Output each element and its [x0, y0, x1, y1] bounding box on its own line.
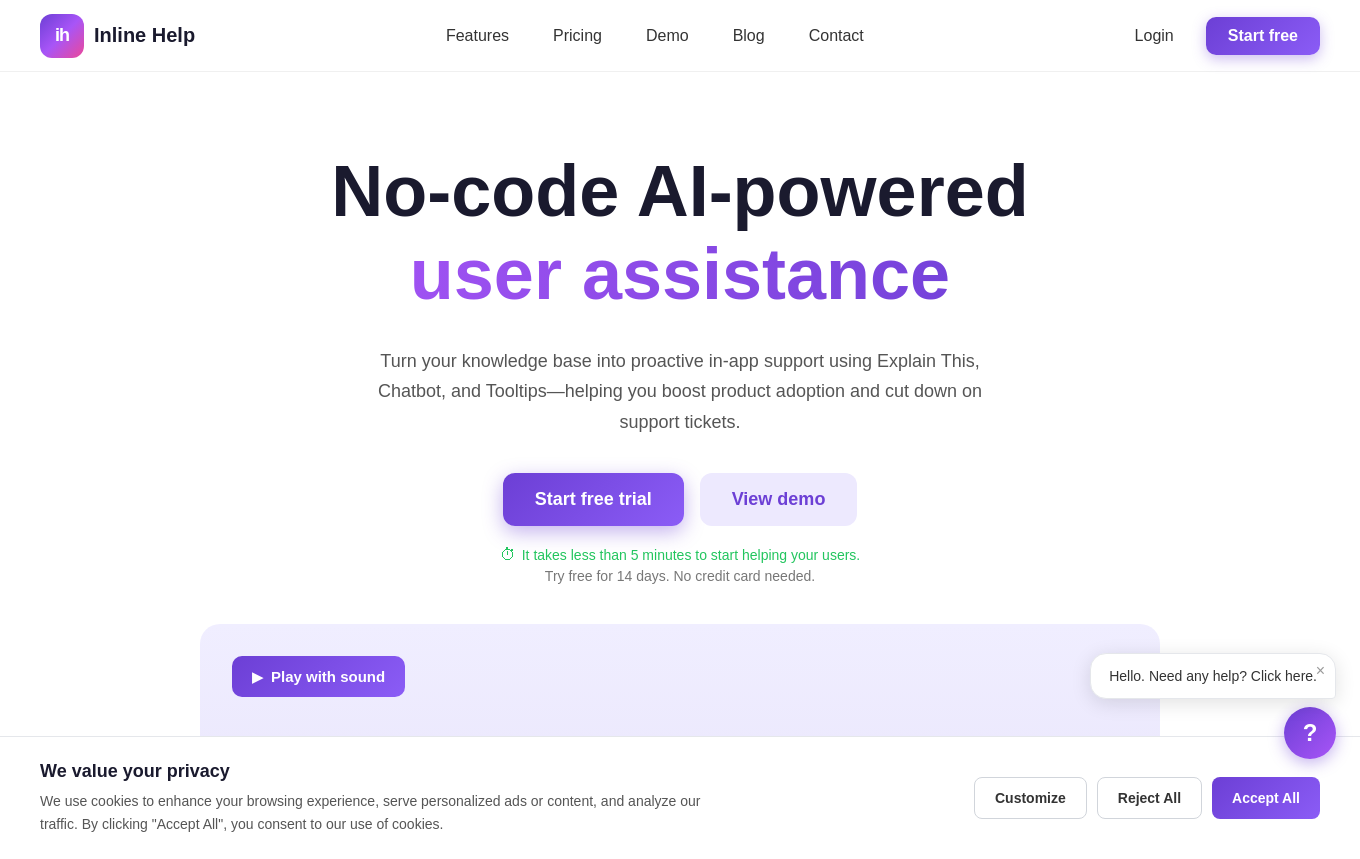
play-icon: ▶ — [252, 669, 263, 685]
cookie-content: We value your privacy We use cookies to … — [40, 761, 720, 835]
logo-text: Inline Help — [94, 24, 195, 47]
nav-pricing[interactable]: Pricing — [535, 19, 620, 53]
nav-contact[interactable]: Contact — [791, 19, 882, 53]
badge-main-text: It takes less than 5 minutes to start he… — [522, 547, 861, 563]
start-free-trial-button[interactable]: Start free trial — [503, 473, 684, 526]
chat-bubble[interactable]: Hello. Need any help? Click here. × — [1090, 653, 1336, 699]
accept-all-button[interactable]: Accept All — [1212, 777, 1320, 819]
hero-title-line2: user assistance — [290, 231, 1070, 317]
logo[interactable]: ih Inline Help — [40, 14, 195, 58]
nav-demo[interactable]: Demo — [628, 19, 707, 53]
hero-section: No-code AI-powered user assistance Turn … — [250, 72, 1110, 624]
customize-button[interactable]: Customize — [974, 777, 1087, 819]
view-demo-button[interactable]: View demo — [700, 473, 858, 526]
hero-badge: ⏱ It takes less than 5 minutes to start … — [290, 546, 1070, 564]
chat-bubble-text: Hello. Need any help? Click here. — [1109, 668, 1317, 684]
chat-close-button[interactable]: × — [1316, 662, 1325, 680]
hero-title-line1: No-code AI-powered — [290, 152, 1070, 231]
navbar: ih Inline Help Features Pricing Demo Blo… — [0, 0, 1360, 72]
hero-subtitle: Turn your knowledge base into proactive … — [350, 346, 1010, 438]
nav-links: Features Pricing Demo Blog Contact — [428, 19, 882, 53]
start-free-button[interactable]: Start free — [1206, 17, 1320, 55]
cookie-title: We value your privacy — [40, 761, 720, 782]
navbar-actions: Login Start free — [1115, 17, 1320, 55]
nav-blog[interactable]: Blog — [715, 19, 783, 53]
play-with-sound-button[interactable]: ▶ Play with sound — [232, 656, 405, 697]
chat-widget: Hello. Need any help? Click here. × ? — [1090, 653, 1336, 759]
nav-features[interactable]: Features — [428, 19, 527, 53]
cookie-buttons: Customize Reject All Accept All — [974, 777, 1320, 819]
cookie-text: We use cookies to enhance your browsing … — [40, 790, 720, 835]
chat-question-icon: ? — [1303, 719, 1318, 747]
clock-icon: ⏱ — [500, 546, 516, 564]
login-button[interactable]: Login — [1115, 17, 1194, 55]
logo-icon: ih — [40, 14, 84, 58]
chat-icon-button[interactable]: ? — [1284, 707, 1336, 759]
hero-buttons: Start free trial View demo — [290, 473, 1070, 526]
badge-sub-text: Try free for 14 days. No credit card nee… — [290, 568, 1070, 584]
reject-all-button[interactable]: Reject All — [1097, 777, 1202, 819]
play-button-label: Play with sound — [271, 668, 385, 685]
